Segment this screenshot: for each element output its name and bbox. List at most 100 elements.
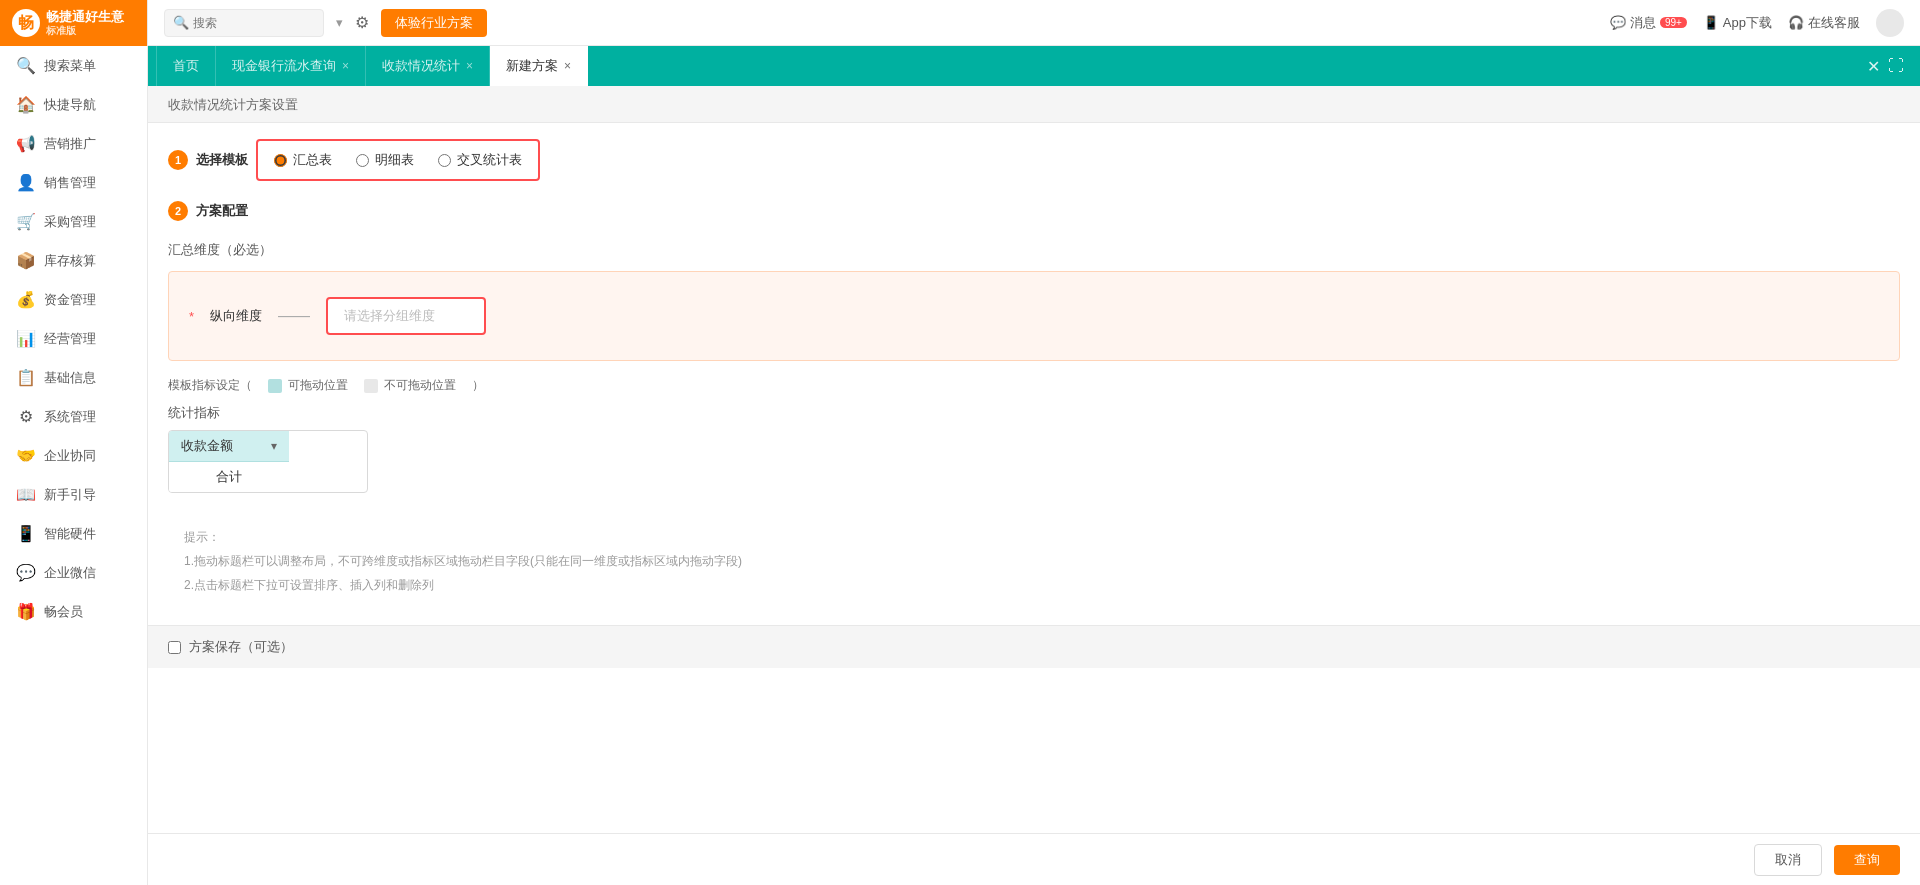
- download-label: App下载: [1723, 14, 1772, 32]
- trial-button[interactable]: 体验行业方案: [381, 9, 487, 37]
- step2-num: 2: [168, 201, 188, 221]
- tip-item-1: 1.拖动标题栏可以调整布局，不可跨维度或指标区域拖动栏目字段(只能在同一维度或指…: [184, 549, 1884, 573]
- sidebar-menu: 🔍搜索菜单🏠快捷导航📢营销推广 👤 销售管理 🛒采购管理📦库存核算💰资金管理 📊 经营管理…: [0, 46, 147, 885]
- radio-huizong-label: 汇总表: [293, 151, 332, 169]
- sidebar-item-2[interactable]: 📢营销推广: [0, 124, 147, 163]
- tab-home-label: 首页: [173, 57, 199, 75]
- sidebar-item-8[interactable]: 📋基础信息: [0, 358, 147, 397]
- tab-cashflow[interactable]: 现金银行流水查询 ×: [216, 46, 366, 86]
- metrics-col-sub: 合计: [169, 462, 289, 492]
- content-area: 收款情况统计方案设置 1 选择模板 汇总表: [148, 86, 1920, 833]
- message-badge: 99+: [1660, 17, 1687, 28]
- step1-title: 选择模板: [196, 151, 248, 169]
- radio-huizong-input[interactable]: [274, 154, 287, 167]
- sidebar-item-icon-5: 📦: [16, 251, 36, 270]
- sidebar-item-3[interactable]: 👤 销售管理: [0, 163, 147, 202]
- main-area: 🔍 ▾ ⚙ 体验行业方案 💬 消息 99+ 📱 App下载 🎧 在线客服: [148, 0, 1920, 885]
- sidebar-item-7[interactable]: 📊 经营管理: [0, 319, 147, 358]
- page-container: 收款情况统计方案设置 1 选择模板 汇总表: [148, 86, 1920, 833]
- sidebar-item-13[interactable]: 💬 企业微信: [0, 553, 147, 592]
- tab-new-plan[interactable]: 新建方案 ×: [490, 46, 588, 86]
- metrics-col-header[interactable]: 收款金额 ▾: [169, 431, 289, 462]
- service-item[interactable]: 🎧 在线客服: [1788, 14, 1860, 32]
- radio-jiaocha[interactable]: 交叉统计表: [438, 151, 522, 169]
- topbar: 🔍 ▾ ⚙ 体验行业方案 💬 消息 99+ 📱 App下载 🎧 在线客服: [148, 0, 1920, 46]
- sidebar-item-label-9: 系统管理: [44, 408, 96, 426]
- sidebar-item-label-7: 经营管理: [44, 330, 96, 348]
- sidebar-item-icon-6: 💰: [16, 290, 36, 309]
- sidebar-item-label-13: 企业微信: [44, 564, 96, 582]
- logo-icon: 畅: [12, 9, 40, 37]
- topbar-right: 💬 消息 99+ 📱 App下载 🎧 在线客服: [1610, 9, 1904, 37]
- search-input[interactable]: [193, 16, 313, 30]
- dimension-area: * 纵向维度 —— 请选择分组维度: [168, 271, 1900, 361]
- tab-receipt-close-icon[interactable]: ×: [466, 59, 473, 73]
- tab-cashflow-close-icon[interactable]: ×: [342, 59, 349, 73]
- step1-num: 1: [168, 150, 188, 170]
- radio-huizong[interactable]: 汇总表: [274, 151, 332, 169]
- search-icon: 🔍: [173, 15, 189, 30]
- close-window-icon[interactable]: ✕: [1867, 57, 1880, 76]
- radio-mingxi[interactable]: 明细表: [356, 151, 414, 169]
- sidebar-item-14[interactable]: 🎁畅会员: [0, 592, 147, 631]
- radio-jiaocha-input[interactable]: [438, 154, 451, 167]
- sidebar-item-6[interactable]: 💰资金管理: [0, 280, 147, 319]
- sidebar-item-icon-10: 🤝: [16, 446, 36, 465]
- sidebar: 畅 畅捷通好生意 标准版 🔍搜索菜单🏠快捷导航📢营销推广 👤 销售管理 🛒采购管理📦库…: [0, 0, 148, 885]
- tab-home[interactable]: 首页: [156, 46, 216, 86]
- config-section: 汇总维度（必选） * 纵向维度 —— 请选择分组维度 模板指标设定（: [168, 241, 1900, 493]
- message-item[interactable]: 💬 消息 99+: [1610, 14, 1687, 32]
- download-icon: 📱: [1703, 15, 1719, 30]
- sidebar-item-label-2: 营销推广: [44, 135, 96, 153]
- cancel-button[interactable]: 取消: [1754, 844, 1822, 876]
- sidebar-item-10[interactable]: 🤝 企业协同: [0, 436, 147, 475]
- query-button[interactable]: 查询: [1834, 845, 1900, 875]
- sidebar-item-icon-11: 📖: [16, 485, 36, 504]
- step2-title: 方案配置: [196, 202, 248, 220]
- sidebar-item-icon-4: 🛒: [16, 212, 36, 231]
- sidebar-item-4[interactable]: 🛒采购管理: [0, 202, 147, 241]
- breadcrumb: 收款情况统计方案设置: [168, 97, 298, 112]
- download-item[interactable]: 📱 App下载: [1703, 14, 1772, 32]
- settings-icon[interactable]: ⚙: [355, 13, 369, 32]
- sidebar-item-icon-7: 📊: [16, 329, 36, 348]
- template-options: 汇总表 明细表 交叉统计表: [256, 139, 540, 181]
- step2-header: 2 方案配置: [168, 201, 1900, 221]
- save-checkbox[interactable]: [168, 641, 181, 654]
- page-header: 收款情况统计方案设置: [148, 86, 1920, 123]
- app-name: 畅捷通好生意: [46, 9, 124, 25]
- expand-window-icon[interactable]: ⛶: [1888, 57, 1904, 75]
- search-box[interactable]: 🔍: [164, 9, 324, 37]
- tab-receipt[interactable]: 收款情况统计 ×: [366, 46, 490, 86]
- tab-cashflow-label: 现金银行流水查询: [232, 57, 336, 75]
- sidebar-item-icon-3: 👤: [16, 173, 36, 192]
- draggable-dot: [268, 379, 282, 393]
- message-label: 消息: [1630, 14, 1656, 32]
- step2-section: 2 方案配置 汇总维度（必选） * 纵向维度 —— 请选择分组维度: [168, 201, 1900, 493]
- dimension-required-mark: *: [189, 309, 194, 324]
- sidebar-item-11[interactable]: 📖 新手引导: [0, 475, 147, 514]
- tab-new-plan-close-icon[interactable]: ×: [564, 59, 571, 73]
- sidebar-item-9[interactable]: ⚙系统管理: [0, 397, 147, 436]
- save-label: 方案保存（可选）: [189, 638, 293, 656]
- metrics-legend: 模板指标设定（ 可拖动位置 不可拖动位置 ）: [168, 377, 1900, 394]
- sidebar-item-label-11: 新手引导: [44, 486, 96, 504]
- sidebar-item-label-10: 企业协同: [44, 447, 96, 465]
- sidebar-item-label-3: 销售管理: [44, 174, 96, 192]
- sidebar-item-12[interactable]: 📱智能硬件: [0, 514, 147, 553]
- sidebar-item-5[interactable]: 📦库存核算: [0, 241, 147, 280]
- sidebar-item-0[interactable]: 🔍搜索菜单: [0, 46, 147, 85]
- sidebar-item-icon-13: 💬: [16, 563, 36, 582]
- legend-end: ）: [472, 377, 484, 394]
- sidebar-item-label-1: 快捷导航: [44, 96, 96, 114]
- sidebar-item-icon-12: 📱: [16, 524, 36, 543]
- dimension-select[interactable]: 请选择分组维度: [326, 297, 486, 335]
- user-avatar[interactable]: [1876, 9, 1904, 37]
- sidebar-logo: 畅 畅捷通好生意 标准版: [0, 0, 147, 46]
- metrics-legend-title: 模板指标设定（: [168, 377, 252, 394]
- sidebar-item-1[interactable]: 🏠快捷导航: [0, 85, 147, 124]
- fixed-dot: [364, 379, 378, 393]
- metrics-col-chevron-icon[interactable]: ▾: [271, 439, 277, 453]
- search-chevron-icon[interactable]: ▾: [336, 15, 343, 30]
- radio-mingxi-input[interactable]: [356, 154, 369, 167]
